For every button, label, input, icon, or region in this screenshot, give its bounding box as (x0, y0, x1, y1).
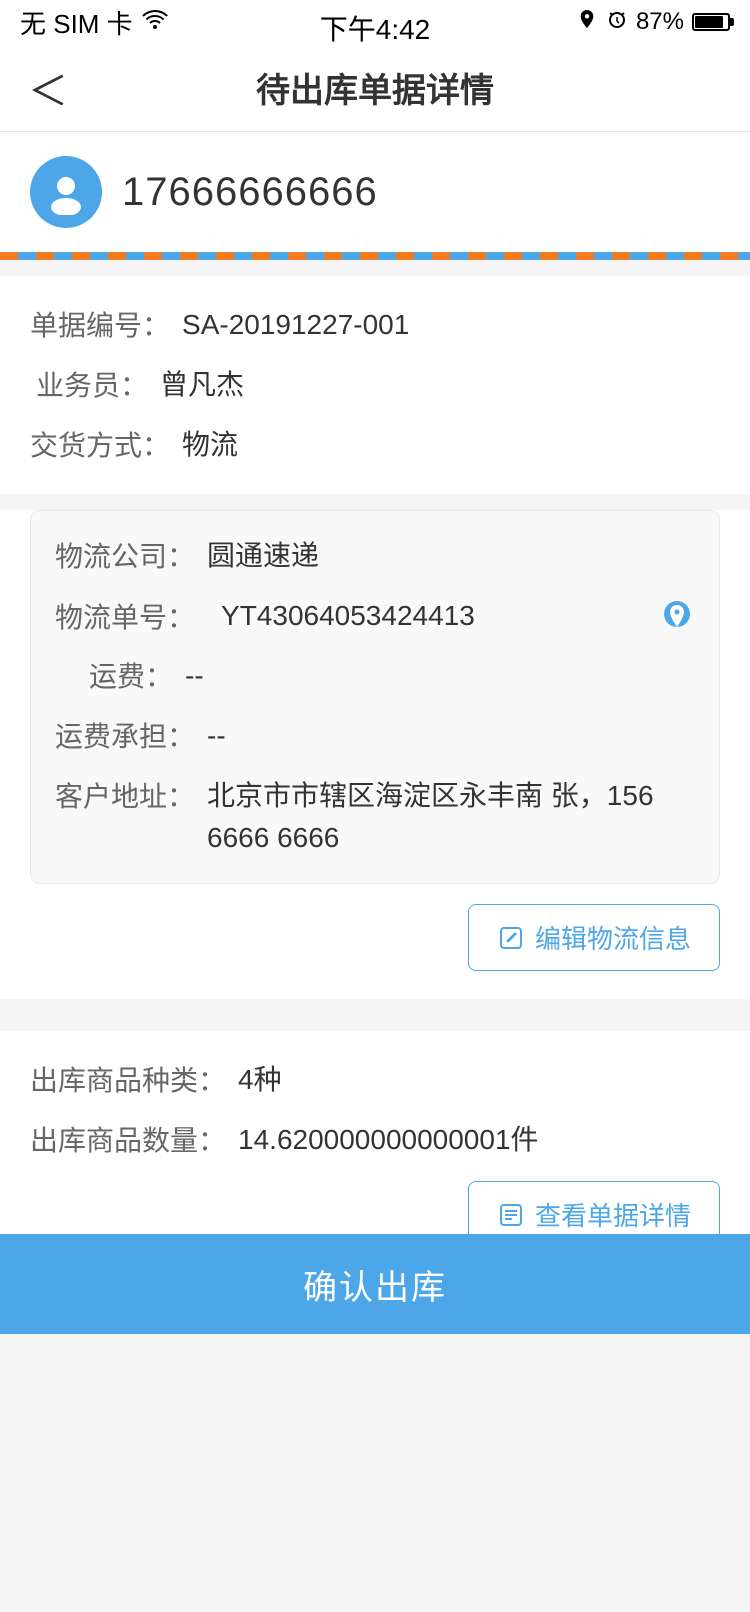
goods-quantity-label: 出库商品数量： (30, 1119, 238, 1159)
sales-person-label: 业务员： (30, 364, 160, 404)
logistics-tracking-row: 物流单号： YT43064053424413 (55, 595, 695, 637)
tracking-number: YT43064053424413 (221, 595, 645, 637)
address-value: 北京市市辖区海淀区永丰南 张，156 6666 6666 (207, 775, 695, 859)
status-right: 87% (576, 8, 730, 37)
sales-person-value: 曾凡杰 (160, 364, 720, 406)
delivery-method-label: 交货方式： (30, 424, 182, 464)
delivery-method-value: 物流 (182, 424, 720, 466)
dashed-divider (0, 252, 750, 260)
status-time: 下午4:42 (320, 8, 431, 48)
edit-logistics-label: 编辑物流信息 (535, 919, 691, 956)
logistics-card: 物流公司： 圆通速递 物流单号： YT43064053424413 运费： --… (30, 510, 720, 884)
tracking-location-icon[interactable] (659, 598, 695, 634)
alarm-icon (606, 8, 628, 37)
location-status-icon (576, 8, 598, 37)
battery-icon (692, 13, 730, 31)
goods-types-value: 4种 (238, 1059, 720, 1101)
bottom-area: 确认出库 (0, 1234, 750, 1334)
customer-header: 17666666666 (0, 132, 750, 252)
sales-person-row: 业务员： 曾凡杰 (30, 364, 720, 406)
freight-row: 运费： -- (55, 655, 695, 697)
freight-value: -- (185, 655, 695, 697)
wifi-icon (141, 9, 169, 35)
logistics-company-row: 物流公司： 圆通速递 (55, 535, 695, 577)
logistics-company-value: 圆通速递 (207, 535, 695, 577)
order-no-row: 单据编号： SA-20191227-001 (30, 304, 720, 346)
status-bar: 无 SIM 卡 下午4:42 87% (0, 0, 750, 44)
tracking-label: 物流单号： (55, 596, 207, 636)
avatar (30, 156, 102, 228)
carrier-text: 无 SIM 卡 (20, 4, 133, 41)
address-row: 客户地址： 北京市市辖区海淀区永丰南 张，156 6666 6666 (55, 775, 695, 859)
order-no-value: SA-20191227-001 (182, 304, 720, 346)
battery-percent: 87% (636, 8, 684, 36)
address-label: 客户地址： (55, 775, 207, 815)
edit-logistics-button[interactable]: 编辑物流信息 (468, 904, 720, 971)
logistics-company-label: 物流公司： (55, 535, 207, 575)
freight-bearer-row: 运费承担： -- (55, 715, 695, 757)
freight-label: 运费： (55, 655, 185, 695)
goods-quantity-row: 出库商品数量： 14.620000000000001件 (30, 1119, 720, 1161)
page-title: 待出库单据详情 (256, 63, 494, 112)
order-no-label: 单据编号： (30, 304, 182, 344)
view-detail-label: 查看单据详情 (535, 1196, 691, 1233)
customer-phone: 17666666666 (122, 170, 378, 215)
back-button[interactable]: ＜ (28, 59, 68, 117)
confirm-outbound-button[interactable]: 确认出库 (0, 1234, 750, 1334)
section-gap-1 (0, 999, 750, 1015)
logistics-section: 物流公司： 圆通速递 物流单号： YT43064053424413 运费： --… (0, 510, 750, 999)
delivery-method-row: 交货方式： 物流 (30, 424, 720, 466)
goods-types-row: 出库商品种类： 4种 (30, 1059, 720, 1101)
confirm-btn-label: 确认出库 (303, 1260, 447, 1309)
goods-quantity-value: 14.620000000000001件 (238, 1119, 720, 1161)
order-info-section: 单据编号： SA-20191227-001 业务员： 曾凡杰 交货方式： 物流 (0, 276, 750, 494)
status-left: 无 SIM 卡 (20, 4, 169, 41)
edit-logistics-container: 编辑物流信息 (30, 904, 720, 971)
goods-types-label: 出库商品种类： (30, 1059, 238, 1099)
freight-bearer-label: 运费承担： (55, 715, 207, 755)
nav-bar: ＜ 待出库单据详情 (0, 44, 750, 132)
freight-bearer-value: -- (207, 715, 695, 757)
